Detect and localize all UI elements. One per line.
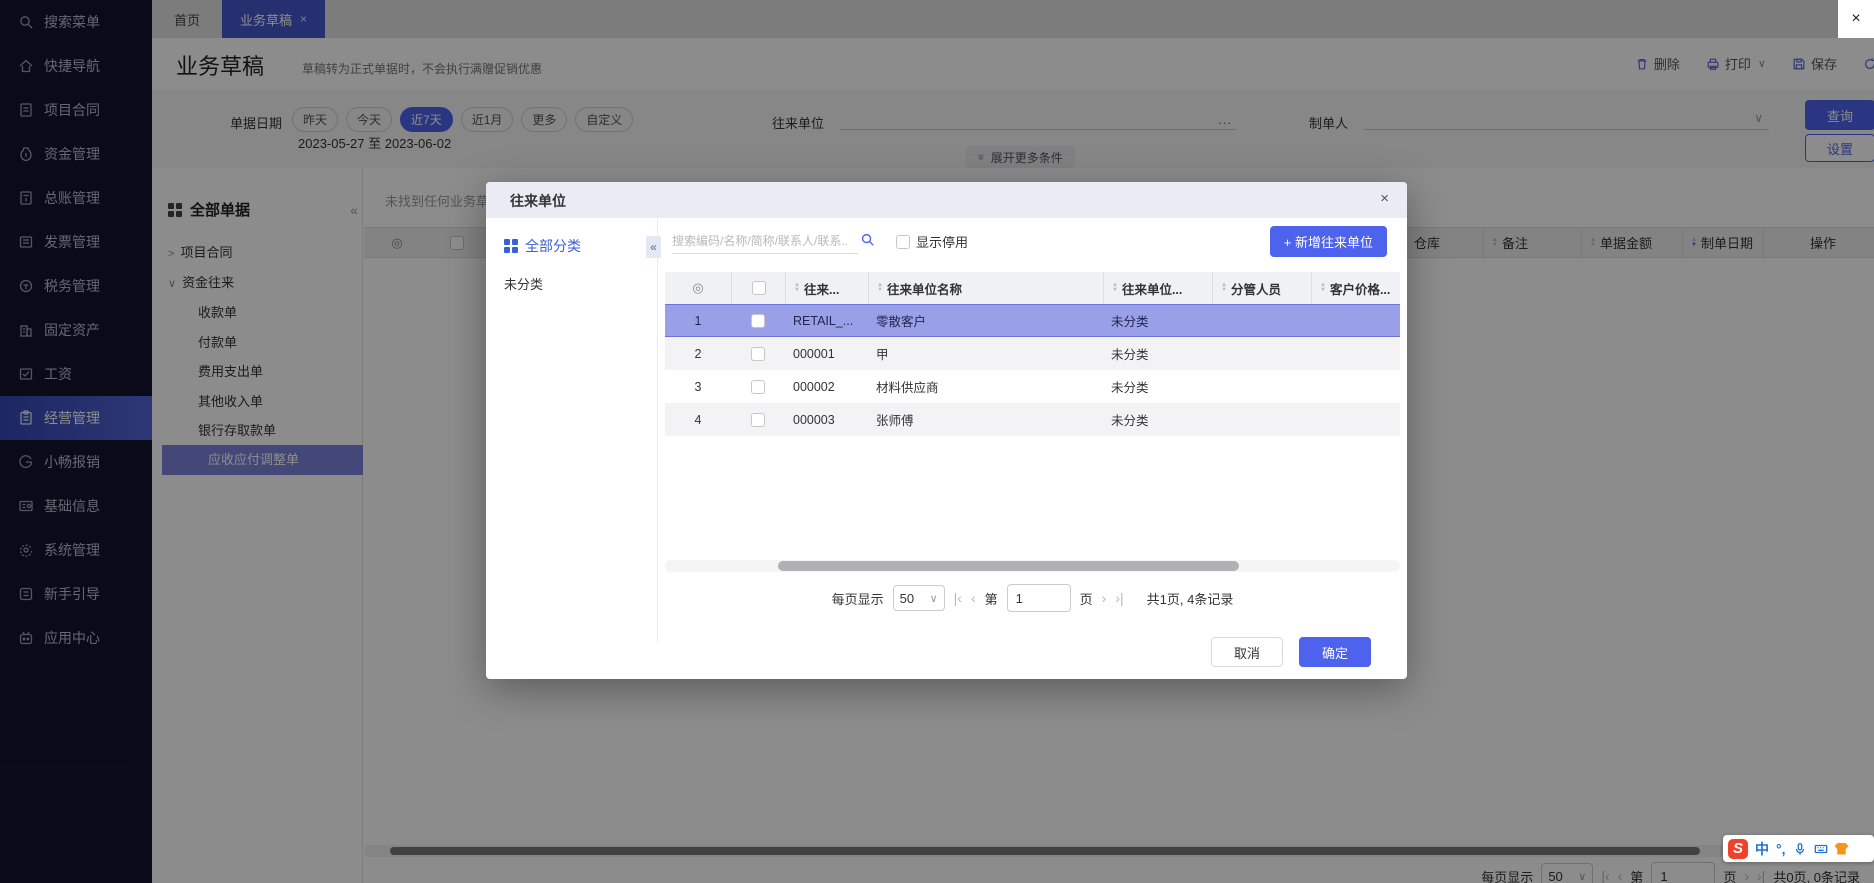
page-label-pre: 第 xyxy=(984,591,998,607)
partner-search-input[interactable] xyxy=(672,228,858,254)
next-page-icon[interactable]: › xyxy=(1102,590,1107,606)
prev-page-icon[interactable]: ‹ xyxy=(971,590,976,606)
sort-icon[interactable]: ▲ ▼ xyxy=(1320,282,1326,293)
confirm-button[interactable]: 确定 xyxy=(1299,637,1371,667)
column-price-level[interactable]: ▲ ▼ 客户价格... xyxy=(1311,272,1400,304)
keyboard-icon[interactable] xyxy=(1814,842,1828,856)
column-name[interactable]: ▲ ▼ 往来单位名称 xyxy=(868,272,1103,304)
gear-icon: ◎ xyxy=(692,280,704,295)
per-page-label: 每页显示 xyxy=(831,591,884,607)
show-disabled-option[interactable]: 显示停用 xyxy=(896,232,968,251)
dialog-main: 显示停用 + 新增往来单位 ◎ ▲▼往来... ▲▼往来单位名称 ▲▼往来单位.… xyxy=(658,218,1407,679)
row-checkbox[interactable] xyxy=(751,313,765,328)
column-code[interactable]: ▲ ▼ 往来... xyxy=(785,272,868,304)
partner-table: ◎ ▲ ▼ 往来... ▲ ▼ 往来单位名称 ▲ ▼ 往来单位... ▲ ▼ 分管人员 ▲ ▼ 客户… xyxy=(665,272,1400,436)
sort-icon[interactable]: ▲ ▼ xyxy=(877,282,883,293)
ime-lang-toggle[interactable]: 中 xyxy=(1755,839,1769,859)
cancel-button[interactable]: 取消 xyxy=(1211,637,1283,667)
row-checkbox[interactable] xyxy=(751,379,765,394)
sogou-logo-icon[interactable]: S xyxy=(1728,838,1748,859)
partner-table-header: ◎ ▲ ▼ 往来... ▲ ▼ 往来单位名称 ▲ ▼ 往来单位... ▲ ▼ 分管人员 ▲ ▼ 客户… xyxy=(665,272,1400,304)
category-all[interactable]: 全部分类 xyxy=(504,236,581,256)
sort-icon[interactable]: ▲ ▼ xyxy=(794,282,800,293)
column-manager[interactable]: ▲ ▼ 分管人员 xyxy=(1212,272,1311,304)
page-number-input[interactable] xyxy=(1006,584,1071,612)
sort-icon[interactable]: ▲ ▼ xyxy=(1112,282,1118,293)
sort-icon[interactable]: ▲ ▼ xyxy=(1221,282,1227,293)
ime-punct-toggle[interactable]: °, xyxy=(1776,841,1786,857)
search-icon[interactable] xyxy=(860,232,875,247)
dialog-title: 往来单位 xyxy=(510,193,566,209)
horizontal-scrollbar[interactable] xyxy=(665,560,1400,572)
per-page-select[interactable]: 50 ∨ xyxy=(892,585,945,611)
show-disabled-checkbox[interactable] xyxy=(896,234,910,249)
select-all-checkbox[interactable] xyxy=(751,281,766,295)
table-row[interactable]: 2 000001 甲 未分类 xyxy=(665,337,1400,370)
row-checkbox[interactable] xyxy=(751,346,765,361)
grid-icon xyxy=(504,239,518,253)
ime-skin-icon[interactable] xyxy=(1834,842,1849,855)
close-icon[interactable]: × xyxy=(1380,190,1389,207)
window-close-button[interactable]: × xyxy=(1838,0,1874,38)
app-root: 搜索菜单 快捷导航 项目合同 资金管理 总账管理 发票管理 税务管理 固定资产 … xyxy=(0,0,1874,883)
row-checkbox[interactable] xyxy=(751,412,765,427)
ime-toolbar: S 中 °, xyxy=(1723,835,1874,862)
select-all-cell xyxy=(731,272,785,304)
column-settings[interactable]: ◎ xyxy=(665,272,731,304)
column-category[interactable]: ▲ ▼ 往来单位... xyxy=(1103,272,1212,304)
microphone-icon[interactable] xyxy=(1793,842,1807,856)
add-partner-button[interactable]: + 新增往来单位 xyxy=(1269,226,1387,257)
chevron-down-icon: ∨ xyxy=(929,592,938,605)
table-row[interactable]: 1 RETAIL_... 零散客户 未分类 xyxy=(665,304,1400,337)
first-page-icon[interactable]: |‹ xyxy=(954,590,962,606)
category-uncategorized[interactable]: 未分类 xyxy=(504,274,543,293)
scrollbar-thumb[interactable] xyxy=(778,561,1239,571)
dialog-header: 往来单位 × xyxy=(486,182,1407,218)
category-panel: 全部分类 未分类 xyxy=(486,218,658,643)
table-row[interactable]: 4 000003 张师傅 未分类 xyxy=(665,403,1400,436)
total-records: 共1页, 4条记录 xyxy=(1146,591,1234,607)
last-page-icon[interactable]: ›| xyxy=(1115,590,1123,606)
dialog-pagination: 每页显示 50∨ |‹ ‹ 第 页 › ›| 共1页, 4条记录 xyxy=(658,584,1407,612)
page-label-post: 页 xyxy=(1079,591,1093,607)
partner-select-dialog: 往来单位 × 全部分类 未分类 « 显示停用 + 新增往来单位 ◎ xyxy=(486,182,1407,679)
table-row[interactable]: 3 000002 材料供应商 未分类 xyxy=(665,370,1400,403)
